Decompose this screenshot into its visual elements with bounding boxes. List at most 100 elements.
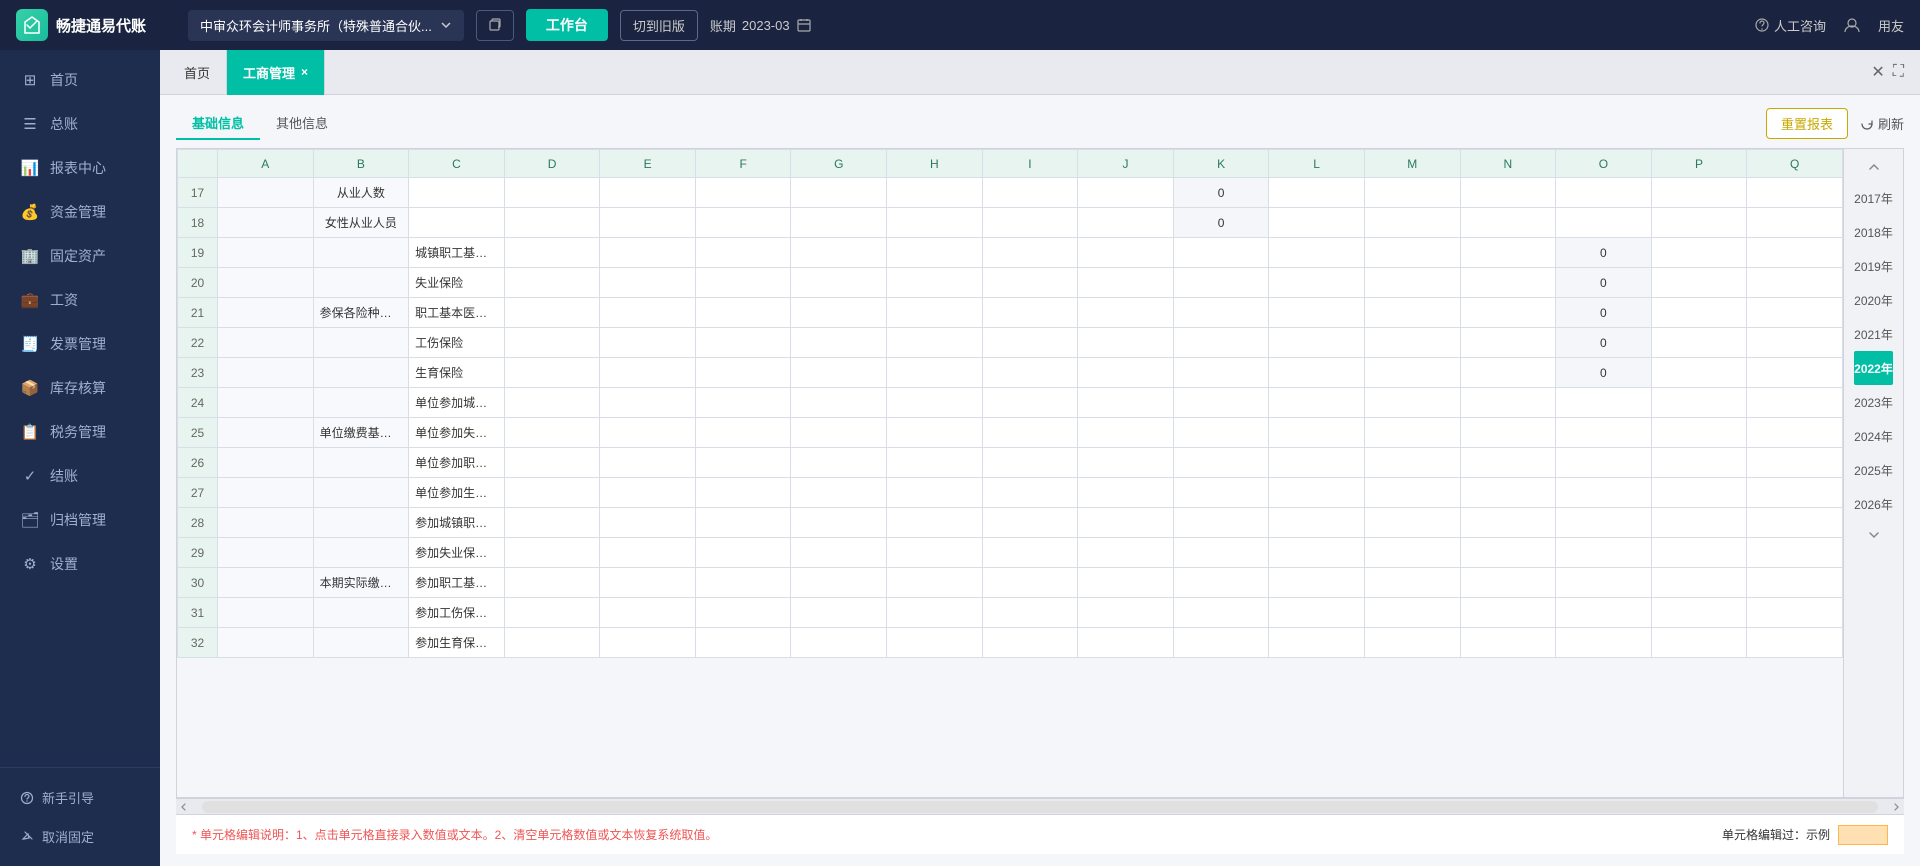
sidebar-item-reports[interactable]: 📊 报表中心 xyxy=(0,146,160,190)
cell-n[interactable] xyxy=(1460,448,1556,478)
cell-f[interactable] xyxy=(695,628,791,658)
cell-e[interactable] xyxy=(600,508,696,538)
cell-d[interactable] xyxy=(504,448,600,478)
cell-n[interactable] xyxy=(1460,628,1556,658)
cell-h[interactable] xyxy=(887,238,983,268)
cell-l[interactable] xyxy=(1269,568,1365,598)
cell-i[interactable] xyxy=(982,478,1078,508)
cell-d[interactable] xyxy=(504,178,600,208)
table-row[interactable]: 20失业保险0 xyxy=(178,268,1843,298)
cell-l[interactable] xyxy=(1269,508,1365,538)
cell-a[interactable] xyxy=(218,538,314,568)
cell-i[interactable] xyxy=(982,388,1078,418)
table-row[interactable]: 31参加工伤保险本期实际缴费金额 xyxy=(178,598,1843,628)
cell-j[interactable] xyxy=(1078,388,1174,418)
cell-e[interactable] xyxy=(600,568,696,598)
cell-q[interactable] xyxy=(1747,478,1843,508)
reset-report-button[interactable]: 重置报表 xyxy=(1766,108,1848,139)
table-row[interactable]: 32参加生育保险本期实际缴费金额 xyxy=(178,628,1843,658)
cell-h[interactable] xyxy=(887,568,983,598)
cell-b[interactable] xyxy=(313,328,409,358)
year-item[interactable]: 2021年 xyxy=(1854,317,1893,351)
sidebar-item-tax[interactable]: 📋 税务管理 xyxy=(0,410,160,454)
table-row[interactable]: 24单位参加城镇职工基本养老保险缴费基数 xyxy=(178,388,1843,418)
cell-o[interactable]: 0 xyxy=(1556,328,1652,358)
cell-p[interactable] xyxy=(1651,238,1747,268)
cell-o[interactable] xyxy=(1556,538,1652,568)
cell-p[interactable] xyxy=(1651,268,1747,298)
cell-o[interactable]: 0 xyxy=(1556,268,1652,298)
cell-f[interactable] xyxy=(695,208,791,238)
cell-c[interactable]: 生育保险 xyxy=(409,358,505,388)
cell-k[interactable] xyxy=(1173,448,1269,478)
table-row[interactable]: 27单位参加生育保险缴费基数 xyxy=(178,478,1843,508)
cell-i[interactable] xyxy=(982,598,1078,628)
year-item[interactable]: 2020年 xyxy=(1854,283,1893,317)
cell-g[interactable] xyxy=(791,208,887,238)
cell-g[interactable] xyxy=(791,328,887,358)
cell-p[interactable] xyxy=(1651,448,1747,478)
cell-c[interactable]: 单位参加职工基本医疗保险缴费基数 xyxy=(409,448,505,478)
cell-m[interactable] xyxy=(1364,418,1460,448)
cell-n[interactable] xyxy=(1460,328,1556,358)
cell-g[interactable] xyxy=(791,628,887,658)
cell-a[interactable] xyxy=(218,238,314,268)
cell-m[interactable] xyxy=(1364,178,1460,208)
cell-f[interactable] xyxy=(695,298,791,328)
cell-l[interactable] xyxy=(1269,178,1365,208)
cell-j[interactable] xyxy=(1078,328,1174,358)
cell-p[interactable] xyxy=(1651,568,1747,598)
cell-j[interactable] xyxy=(1078,508,1174,538)
table-row[interactable]: 17从业人数0 xyxy=(178,178,1843,208)
cell-q[interactable] xyxy=(1747,418,1843,448)
cell-d[interactable] xyxy=(504,508,600,538)
cell-o[interactable] xyxy=(1556,178,1652,208)
cell-q[interactable] xyxy=(1747,208,1843,238)
cell-p[interactable] xyxy=(1651,418,1747,448)
cell-a[interactable] xyxy=(218,478,314,508)
year-item[interactable]: 2022年 xyxy=(1854,351,1893,385)
cell-c[interactable]: 单位参加失业保险缴费基数 xyxy=(409,418,505,448)
cell-c[interactable]: 参加城镇职工基本养老保险本期实际缴费金额 xyxy=(409,508,505,538)
cell-f[interactable] xyxy=(695,568,791,598)
table-row[interactable]: 26单位参加职工基本医疗保险缴费基数 xyxy=(178,448,1843,478)
cell-j[interactable] xyxy=(1078,568,1174,598)
cell-c[interactable]: 参加生育保险本期实际缴费金额 xyxy=(409,628,505,658)
cell-d[interactable] xyxy=(504,298,600,328)
cell-i[interactable] xyxy=(982,508,1078,538)
sidebar-item-funds[interactable]: 💰 资金管理 xyxy=(0,190,160,234)
cell-j[interactable] xyxy=(1078,418,1174,448)
cell-d[interactable] xyxy=(504,238,600,268)
cell-j[interactable] xyxy=(1078,628,1174,658)
cell-c[interactable]: 失业保险 xyxy=(409,268,505,298)
table-row[interactable]: 28参加城镇职工基本养老保险本期实际缴费金额 xyxy=(178,508,1843,538)
cell-h[interactable] xyxy=(887,388,983,418)
cell-a[interactable] xyxy=(218,508,314,538)
cell-d[interactable] xyxy=(504,268,600,298)
cell-k[interactable]: 0 xyxy=(1173,178,1269,208)
cell-a[interactable] xyxy=(218,208,314,238)
cell-i[interactable] xyxy=(982,268,1078,298)
cell-b[interactable] xyxy=(313,478,409,508)
sidebar-item-archive[interactable]: 🗂 归档管理 xyxy=(0,498,160,542)
cell-m[interactable] xyxy=(1364,568,1460,598)
cell-k[interactable] xyxy=(1173,628,1269,658)
cell-o[interactable] xyxy=(1556,208,1652,238)
cell-e[interactable] xyxy=(600,418,696,448)
service-button[interactable]: 人工咨询 xyxy=(1754,16,1826,35)
sub-tab-other-info[interactable]: 其他信息 xyxy=(260,107,344,140)
cell-o[interactable] xyxy=(1556,568,1652,598)
cell-i[interactable] xyxy=(982,448,1078,478)
cell-f[interactable] xyxy=(695,238,791,268)
cell-q[interactable] xyxy=(1747,238,1843,268)
cell-i[interactable] xyxy=(982,628,1078,658)
cell-e[interactable] xyxy=(600,598,696,628)
cell-h[interactable] xyxy=(887,508,983,538)
cell-k[interactable] xyxy=(1173,508,1269,538)
cell-k[interactable] xyxy=(1173,358,1269,388)
cell-p[interactable] xyxy=(1651,388,1747,418)
close-button[interactable]: ✕ xyxy=(1871,62,1884,82)
cell-b[interactable] xyxy=(313,268,409,298)
cell-q[interactable] xyxy=(1747,388,1843,418)
cell-b[interactable] xyxy=(313,448,409,478)
